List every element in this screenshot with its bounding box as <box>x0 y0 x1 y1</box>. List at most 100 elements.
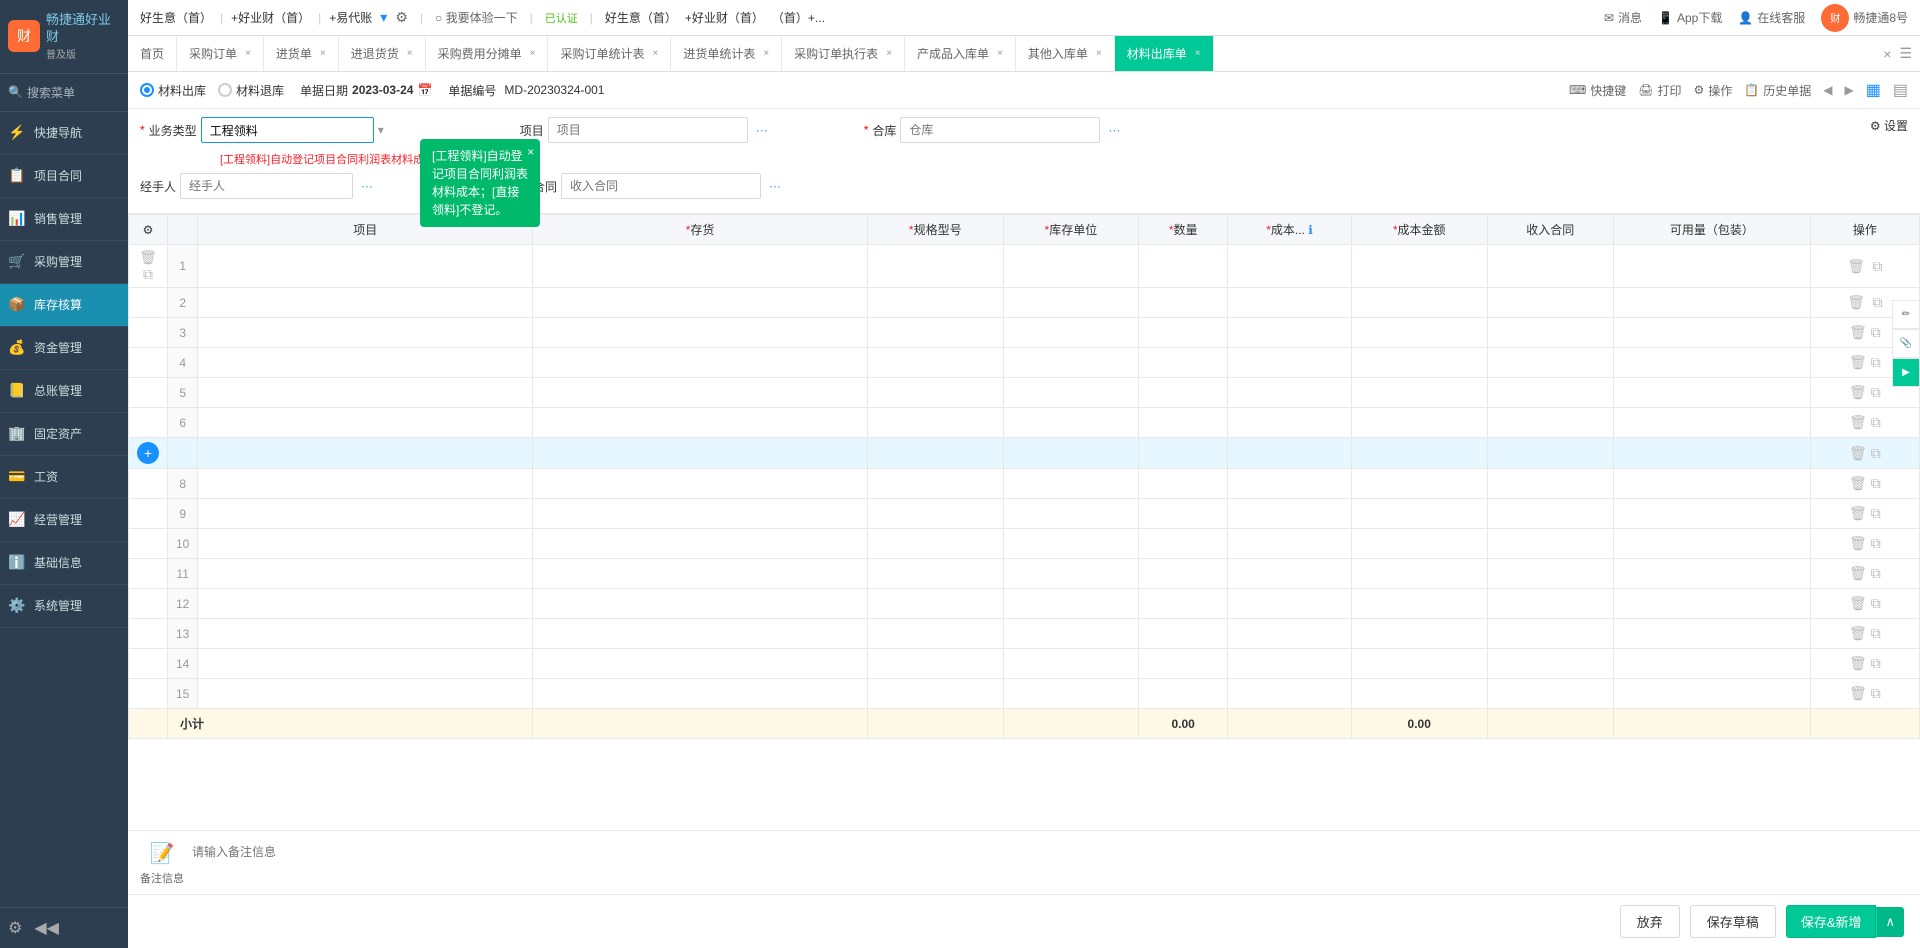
cell-available-2[interactable] <box>1614 288 1811 318</box>
row-copy-icon-6[interactable]: ⧉ <box>1871 414 1881 430</box>
tab-purchase-order-stat-close[interactable]: × <box>652 48 658 59</box>
settings-gear-icon[interactable]: ⚙ <box>8 918 22 938</box>
active-cell-project[interactable] <box>198 438 533 469</box>
sidebar-item-sales[interactable]: 📊 销售管理 <box>0 198 128 241</box>
row-copy-icon-9[interactable]: ⧉ <box>1871 505 1881 521</box>
cell-cost-amount-2[interactable] <box>1351 288 1487 318</box>
cell-available-1[interactable] <box>1614 245 1811 288</box>
sidebar-item-salary[interactable]: 💳 工资 <box>0 456 128 499</box>
cell-inventory-2[interactable] <box>533 288 868 318</box>
row-delete-icon-5[interactable]: 🗑 <box>1849 384 1867 400</box>
save-new-arrow-button[interactable]: ∧ <box>1876 907 1904 937</box>
sidebar-item-project[interactable]: 📋 项目合同 <box>0 155 128 198</box>
tab-product-inbound[interactable]: 产成品入库单 × <box>905 36 1016 72</box>
print-button[interactable]: 🖨 打印 <box>1638 82 1681 99</box>
income-contract-lookup-icon[interactable]: ··· <box>769 179 781 193</box>
cell-spec-2[interactable] <box>867 288 1003 318</box>
tab-purchase-exec[interactable]: 采购订单执行表 × <box>782 36 905 72</box>
app-download-button[interactable]: 📱 App下载 <box>1658 9 1722 26</box>
handler-lookup-icon[interactable]: ··· <box>361 179 373 193</box>
shortcut-button[interactable]: ⌨ 快捷键 <box>1569 82 1626 99</box>
row-copy-icon-3[interactable]: ⧉ <box>1871 324 1881 340</box>
warehouse-input[interactable] <box>900 117 1100 143</box>
tab-material-outbound-close[interactable]: × <box>1195 48 1201 59</box>
discard-button[interactable]: 放弃 <box>1620 905 1680 938</box>
sidebar-item-base[interactable]: ℹ️ 基础信息 <box>0 542 128 585</box>
cell-unit-1[interactable] <box>1003 245 1139 288</box>
tab-material-outbound[interactable]: 材料出库单 × <box>1115 36 1214 72</box>
row-copy-icon-13[interactable]: ⧉ <box>1871 625 1881 641</box>
tab-other-inbound[interactable]: 其他入库单 × <box>1016 36 1115 72</box>
top-nav-good-business[interactable]: 好生意（首） <box>140 9 212 26</box>
user-profile-button[interactable]: 财 畅捷通8号 <box>1821 4 1908 32</box>
row-delete-icon-2[interactable]: 🗑 <box>1847 294 1865 310</box>
online-service-button[interactable]: 👤 在线客服 <box>1738 9 1805 26</box>
row-delete-icon-12[interactable]: 🗑 <box>1849 595 1867 611</box>
business-type-dropdown-icon[interactable]: ▾ <box>378 123 384 137</box>
tab-receipt-stat-close[interactable]: × <box>763 48 769 59</box>
notes-input[interactable] <box>192 839 1908 875</box>
cell-inventory-1[interactable] <box>533 245 868 288</box>
row-copy-icon-2[interactable]: ⧉ <box>1872 294 1882 310</box>
nav-prev-icon[interactable]: ◀ <box>1823 83 1832 97</box>
row-copy-icon-5[interactable]: ⧉ <box>1871 384 1881 400</box>
right-panel-icon-1[interactable]: ✏ <box>1892 300 1920 329</box>
add-row-button[interactable]: + <box>137 442 159 464</box>
tab-purchase-exec-close[interactable]: × <box>886 48 892 59</box>
sidebar-item-purchase[interactable]: 🛒 采购管理 <box>0 241 128 284</box>
business-type-input[interactable] <box>201 117 374 143</box>
history-button[interactable]: 📋 历史单据 <box>1744 82 1811 99</box>
tab-purchase-order-stat[interactable]: 采购订单统计表 × <box>548 36 671 72</box>
col-settings[interactable]: ⚙ <box>129 215 168 245</box>
try-button[interactable]: ○ 我要体验一下 <box>435 9 518 26</box>
tooltip-close-button[interactable]: × <box>527 143 534 161</box>
cell-spec-1[interactable] <box>867 245 1003 288</box>
sidebar-item-assets[interactable]: 🏢 固定资产 <box>0 413 128 456</box>
copy-icon-1[interactable]: ⧉ <box>143 266 153 282</box>
row-copy-icon-12[interactable]: ⧉ <box>1871 595 1881 611</box>
project-lookup-icon[interactable]: ··· <box>756 123 768 137</box>
row-copy-icon-11[interactable]: ⧉ <box>1871 565 1881 581</box>
sidebar-item-quick[interactable]: ⚡ 快捷导航 <box>0 112 128 155</box>
top-nav-more[interactable]: （首）+... <box>772 9 825 26</box>
tab-purchase-receipt-close[interactable]: × <box>320 48 326 59</box>
active-project-input[interactable] <box>206 446 524 460</box>
tab-product-inbound-close[interactable]: × <box>997 48 1003 59</box>
sidebar-item-inventory[interactable]: 📦 库存核算 <box>0 284 128 327</box>
top-nav-agent[interactable]: +易代账 <box>329 9 372 26</box>
cell-cost-1[interactable] <box>1228 245 1352 288</box>
row-copy-icon-7[interactable]: ⧉ <box>1871 445 1881 461</box>
income-contract-input[interactable] <box>561 173 761 199</box>
row-delete-icon-15[interactable]: 🗑 <box>1849 685 1867 701</box>
tab-purchase-return[interactable]: 进退货货 × <box>339 36 426 72</box>
row-copy-icon-15[interactable]: ⧉ <box>1871 685 1881 701</box>
sidebar-item-search[interactable]: 🔍 搜索菜单 <box>0 74 128 112</box>
row-copy-icon-1[interactable]: ⧉ <box>1872 258 1882 274</box>
tab-purchase-expense-close[interactable]: × <box>530 48 536 59</box>
save-new-button[interactable]: 保存&新增 <box>1786 905 1877 938</box>
tab-purchase-receipt[interactable]: 进货单 × <box>264 36 339 72</box>
radio-material-return[interactable]: 材料退库 <box>218 82 284 99</box>
sidebar-item-management[interactable]: 📈 经营管理 <box>0 499 128 542</box>
view-detail-icon[interactable]: ▤ <box>1893 80 1908 100</box>
save-draft-button[interactable]: 保存草稿 <box>1690 905 1776 938</box>
cost-info-icon[interactable]: ℹ <box>1308 223 1313 237</box>
nav-next-icon[interactable]: ▶ <box>1845 83 1854 97</box>
tab-home[interactable]: 首页 <box>128 36 177 72</box>
active-cell-inventory[interactable] <box>533 438 868 469</box>
warehouse-lookup-icon[interactable]: ··· <box>1108 123 1120 137</box>
collapse-icon[interactable]: ◀◀ <box>34 918 59 938</box>
tab-other-inbound-close[interactable]: × <box>1096 48 1102 59</box>
date-value[interactable]: 2023-03-24 <box>352 83 413 97</box>
row-delete-icon-14[interactable]: 🗑 <box>1849 655 1867 671</box>
project-input[interactable] <box>548 117 748 143</box>
top-nav-good-finance[interactable]: +好业财（首） <box>231 9 310 26</box>
tab-purchase-order[interactable]: 采购订单 × <box>177 36 264 72</box>
row-copy-icon-8[interactable]: ⧉ <box>1871 475 1881 491</box>
sidebar-item-ledger[interactable]: 📒 总账管理 <box>0 370 128 413</box>
row-copy-icon-14[interactable]: ⧉ <box>1871 655 1881 671</box>
row-delete-icon-1[interactable]: 🗑 <box>1847 258 1865 274</box>
calendar-icon[interactable]: 📅 <box>417 83 432 97</box>
row-delete-icon-4[interactable]: 🗑 <box>1849 354 1867 370</box>
right-panel-icon-3[interactable]: ▶ <box>1892 358 1920 387</box>
